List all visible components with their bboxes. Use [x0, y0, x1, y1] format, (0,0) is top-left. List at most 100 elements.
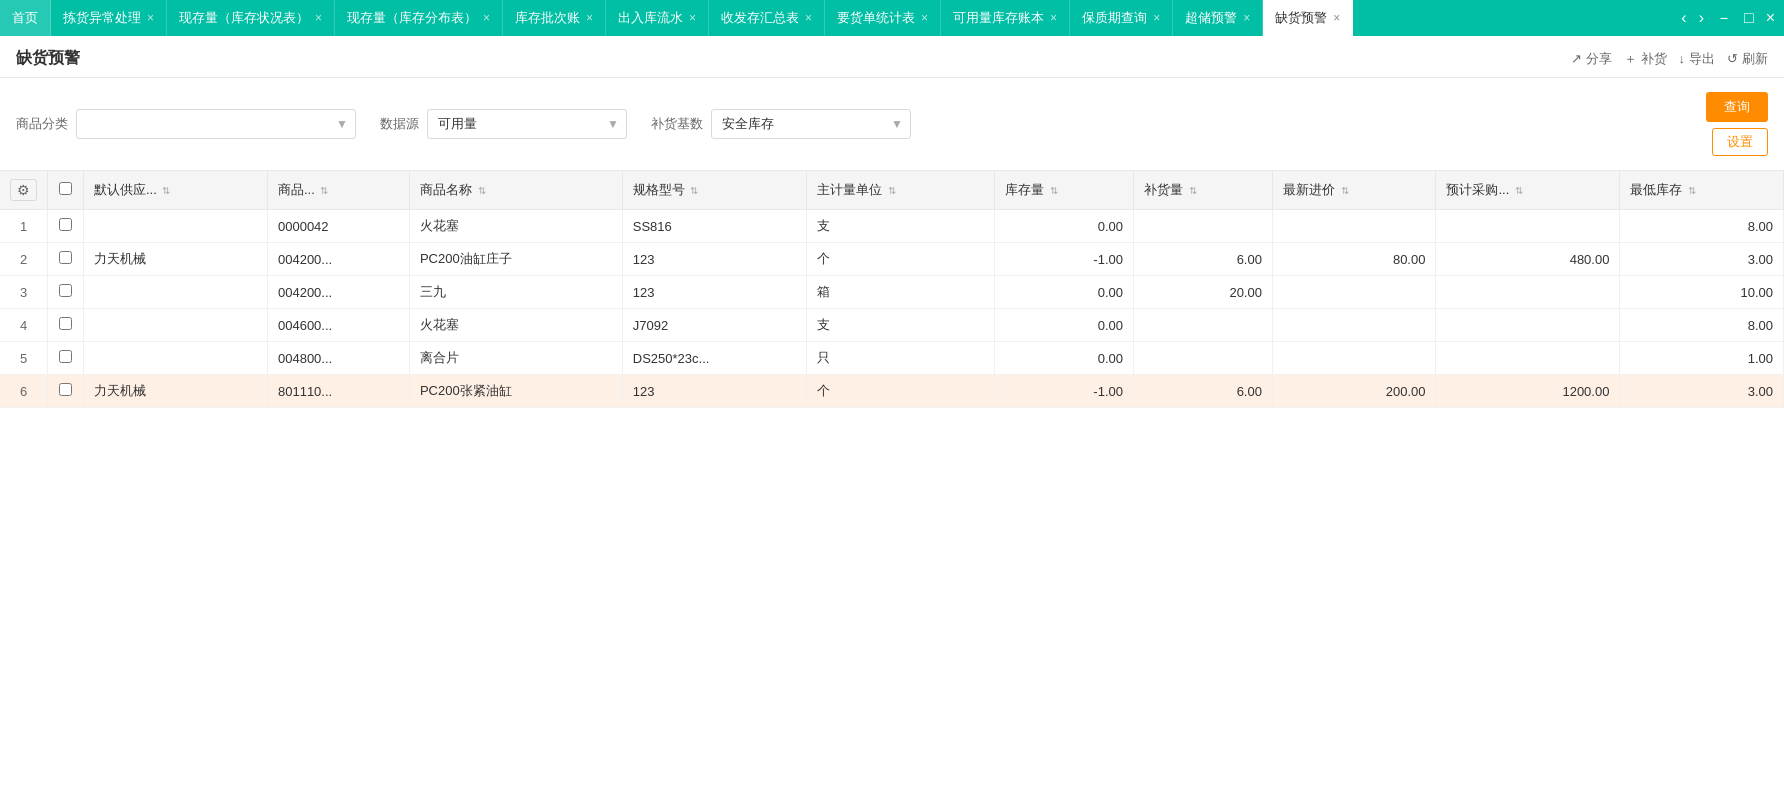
- replenish-base-value: 安全库存: [722, 115, 774, 133]
- col-product-name-header[interactable]: 商品名称 ⇅: [409, 171, 622, 210]
- settings-button[interactable]: 设置: [1712, 128, 1768, 156]
- tab-abnormal[interactable]: 拣货异常处理 ×: [51, 0, 167, 36]
- tab-available-ledger-close[interactable]: ×: [1050, 11, 1057, 25]
- replenish-label: 补货: [1641, 50, 1667, 68]
- tab-overstock-close[interactable]: ×: [1243, 11, 1250, 25]
- row-checkbox-cell[interactable]: [48, 342, 84, 375]
- col-latest-price-header[interactable]: 最新进价 ⇅: [1272, 171, 1436, 210]
- col-supplier-header[interactable]: 默认供应... ⇅: [84, 171, 268, 210]
- tab-inventory-status-close[interactable]: ×: [315, 11, 322, 25]
- refresh-button[interactable]: ↺ 刷新: [1727, 50, 1768, 68]
- row-stock: 0.00: [995, 276, 1134, 309]
- col-stock-header[interactable]: 库存量 ⇅: [995, 171, 1134, 210]
- category-select-wrapper[interactable]: ▼: [76, 109, 356, 139]
- row-stock: -1.00: [995, 243, 1134, 276]
- tab-inventory-status[interactable]: 现存量（库存状况表） ×: [167, 0, 335, 36]
- supplier-sort-icon: ⇅: [162, 185, 170, 196]
- row-checkbox[interactable]: [59, 251, 72, 264]
- tab-abnormal-close[interactable]: ×: [147, 11, 154, 25]
- tab-abnormal-label: 拣货异常处理: [63, 9, 141, 27]
- row-checkbox[interactable]: [59, 218, 72, 231]
- row-num: 4: [0, 309, 48, 342]
- row-unit: 箱: [806, 276, 994, 309]
- row-num: 2: [0, 243, 48, 276]
- tab-order-stats[interactable]: 要货单统计表 ×: [825, 0, 941, 36]
- row-num: 3: [0, 276, 48, 309]
- tab-close-all[interactable]: ×: [1761, 8, 1780, 28]
- tab-inventory-dist-label: 现存量（库存分布表）: [347, 9, 477, 27]
- col-min-stock-header[interactable]: 最低库存 ⇅: [1620, 171, 1784, 210]
- col-spec-header[interactable]: 规格型号 ⇅: [622, 171, 806, 210]
- filter-area: 商品分类 ▼ 数据源 可用量 ▼ 补货基数 安全库存: [0, 78, 1784, 170]
- page-header: 缺货预警 ↗ 分享 ＋ 补货 ↓ 导出 ↺ 刷新: [0, 36, 1784, 78]
- replenish-base-label: 补货基数: [651, 115, 703, 133]
- row-checkbox[interactable]: [59, 317, 72, 330]
- export-button[interactable]: ↓ 导出: [1679, 50, 1716, 68]
- row-checkbox[interactable]: [59, 350, 72, 363]
- col-estimated-purchase-label: 预计采购...: [1446, 182, 1509, 197]
- replenish-icon: ＋: [1624, 50, 1637, 68]
- data-table: ⚙ 默认供应... ⇅ 商品... ⇅ 商品名称 ⇅: [0, 170, 1784, 408]
- table-row: 1 0000042 火花塞 SS816 支 0.00 8.00: [0, 210, 1784, 243]
- tab-shortage-close[interactable]: ×: [1333, 11, 1340, 25]
- col-product-code-header[interactable]: 商品... ⇅: [267, 171, 409, 210]
- row-checkbox[interactable]: [59, 284, 72, 297]
- replenish-base-select[interactable]: 安全库存: [711, 109, 911, 139]
- row-spec: SS816: [622, 210, 806, 243]
- tab-scroll-right[interactable]: ›: [1694, 8, 1709, 28]
- tab-home[interactable]: 首页: [0, 0, 51, 36]
- tab-available-ledger[interactable]: 可用量库存账本 ×: [941, 0, 1070, 36]
- datasource-select-wrapper[interactable]: 可用量 ▼: [427, 109, 627, 139]
- row-checkbox[interactable]: [59, 383, 72, 396]
- tab-expiry-query-close[interactable]: ×: [1153, 11, 1160, 25]
- datasource-select[interactable]: 可用量: [427, 109, 627, 139]
- datasource-label: 数据源: [380, 115, 419, 133]
- tab-collect-summary[interactable]: 收发存汇总表 ×: [709, 0, 825, 36]
- tab-inout-flow-close[interactable]: ×: [689, 11, 696, 25]
- row-checkbox-cell[interactable]: [48, 375, 84, 408]
- row-checkbox-cell[interactable]: [48, 210, 84, 243]
- row-checkbox-cell[interactable]: [48, 243, 84, 276]
- row-replenish-qty: 6.00: [1133, 243, 1272, 276]
- tab-batch-account-close[interactable]: ×: [586, 11, 593, 25]
- min-stock-sort-icon: ⇅: [1688, 185, 1696, 196]
- tab-inventory-dist-close[interactable]: ×: [483, 11, 490, 25]
- tab-order-stats-close[interactable]: ×: [921, 11, 928, 25]
- refresh-icon: ↺: [1727, 51, 1738, 66]
- row-product-code: 801110...: [267, 375, 409, 408]
- column-settings-button[interactable]: ⚙: [10, 179, 37, 201]
- tab-batch-account[interactable]: 库存批次账 ×: [503, 0, 606, 36]
- tab-minimize[interactable]: －: [1711, 8, 1737, 28]
- tab-maximize[interactable]: □: [1739, 8, 1759, 28]
- tab-inout-flow[interactable]: 出入库流水 ×: [606, 0, 709, 36]
- tab-collect-summary-label: 收发存汇总表: [721, 9, 799, 27]
- col-replenish-qty-header[interactable]: 补货量 ⇅: [1133, 171, 1272, 210]
- tab-scroll-left[interactable]: ‹: [1676, 8, 1691, 28]
- col-unit-header[interactable]: 主计量单位 ⇅: [806, 171, 994, 210]
- row-estimated-purchase: [1436, 309, 1620, 342]
- row-checkbox-cell[interactable]: [48, 309, 84, 342]
- row-product-name: 火花塞: [409, 210, 622, 243]
- col-estimated-purchase-header[interactable]: 预计采购... ⇅: [1436, 171, 1620, 210]
- tab-collect-summary-close[interactable]: ×: [805, 11, 812, 25]
- replenish-base-select-wrapper[interactable]: 安全库存 ▼: [711, 109, 911, 139]
- category-select[interactable]: [76, 109, 356, 139]
- tab-expiry-query[interactable]: 保质期查询 ×: [1070, 0, 1173, 36]
- tab-shortage[interactable]: 缺货预警 ×: [1263, 0, 1353, 36]
- share-icon: ↗: [1571, 51, 1582, 66]
- tab-expiry-query-label: 保质期查询: [1082, 9, 1147, 27]
- row-replenish-qty: [1133, 210, 1272, 243]
- query-button[interactable]: 查询: [1706, 92, 1768, 122]
- col-replenish-qty-label: 补货量: [1144, 182, 1183, 197]
- select-all-checkbox[interactable]: [59, 182, 72, 195]
- row-checkbox-cell[interactable]: [48, 276, 84, 309]
- replenish-button[interactable]: ＋ 补货: [1624, 50, 1667, 68]
- col-checkbox-header[interactable]: [48, 171, 84, 210]
- row-num: 1: [0, 210, 48, 243]
- row-latest-price: [1272, 210, 1436, 243]
- table-row: 2 力天机械 004200... PC200油缸庄子 123 个 -1.00 6…: [0, 243, 1784, 276]
- share-button[interactable]: ↗ 分享: [1571, 50, 1612, 68]
- tab-inventory-dist[interactable]: 现存量（库存分布表） ×: [335, 0, 503, 36]
- tab-overstock[interactable]: 超储预警 ×: [1173, 0, 1263, 36]
- refresh-label: 刷新: [1742, 50, 1768, 68]
